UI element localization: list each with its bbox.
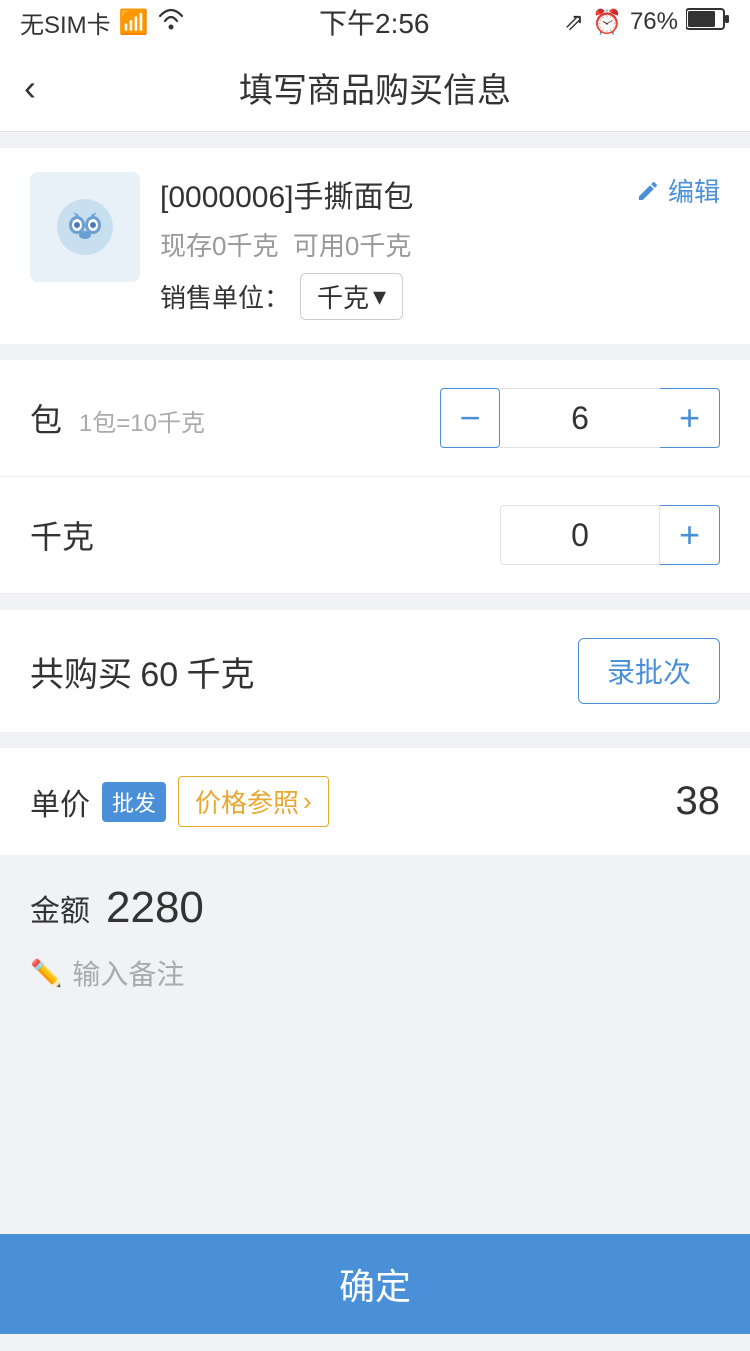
price-section: 单价 批发 价格参照 › 38: [0, 748, 750, 855]
wifi-icon: [157, 8, 185, 37]
sim-icon: 📶: [119, 8, 149, 37]
status-bar: 无SIM卡 📶 下午2:56 ⇗ ⏰ 76%: [0, 0, 750, 44]
amount-value: 2280: [106, 883, 204, 933]
kg-quantity-row: 千克 +: [0, 477, 750, 594]
product-unit: 销售单位： 千克 ▾: [160, 273, 720, 320]
bag-decrement-button[interactable]: −: [440, 388, 500, 448]
total-row: 共购买 60 千克 录批次: [0, 610, 750, 732]
nav-bar: ‹ 填写商品购买信息: [0, 44, 750, 132]
alarm-icon: ⏰: [592, 8, 622, 37]
battery-icon: [686, 8, 730, 37]
bag-quantity-input[interactable]: [500, 388, 660, 448]
price-row: 单价 批发 价格参照 › 38: [30, 776, 720, 827]
product-stock: 现存0千克 可用0千克: [160, 226, 720, 263]
edit-button[interactable]: 编辑: [636, 172, 720, 209]
bag-increment-button[interactable]: +: [660, 388, 720, 448]
chevron-down-icon: ▾: [373, 281, 386, 312]
kg-increment-button[interactable]: +: [660, 505, 720, 565]
quantity-section: 包 1包=10千克 − + 千克 +: [0, 360, 750, 594]
bag-quantity-row: 包 1包=10千克 − +: [0, 360, 750, 477]
product-name: [0000006]手撕面包: [160, 172, 413, 216]
page-title: 填写商品购买信息: [239, 63, 511, 112]
remark-placeholder: 输入备注: [72, 953, 184, 993]
product-card: [0000006]手撕面包 编辑 现存0千克 可用0千克 销售单位： 千克 ▾: [0, 148, 750, 344]
status-time: 下午2:56: [319, 2, 430, 42]
amount-section: 金额 2280 ✏️ 输入备注: [0, 855, 750, 1021]
confirm-button[interactable]: 确定: [0, 1234, 750, 1334]
unit-selector[interactable]: 千克 ▾: [300, 273, 403, 320]
kg-quantity-control: +: [500, 505, 720, 565]
bag-quantity-control: − +: [440, 388, 720, 448]
chevron-right-icon: ›: [303, 786, 312, 817]
pencil-icon: ✏️: [30, 958, 62, 989]
location-icon: ⇗: [564, 8, 584, 37]
batch-button[interactable]: 录批次: [578, 638, 720, 704]
carrier-label: 无SIM卡: [20, 5, 111, 40]
price-value: 38: [676, 779, 721, 824]
product-thumbnail: [30, 172, 140, 282]
kg-label: 千克: [30, 512, 500, 558]
total-text: 共购买 60 千克: [30, 647, 255, 696]
product-info: [0000006]手撕面包 编辑 现存0千克 可用0千克 销售单位： 千克 ▾: [160, 172, 720, 320]
remark-row[interactable]: ✏️ 输入备注: [30, 953, 720, 993]
price-left: 单价 批发 价格参照 ›: [30, 776, 329, 827]
amount-label: 金额: [30, 886, 90, 930]
price-label: 单价: [30, 780, 90, 824]
back-button[interactable]: ‹: [24, 67, 36, 109]
bag-conversion: 1包=10千克: [79, 410, 205, 437]
kg-quantity-input[interactable]: [500, 505, 660, 565]
status-right: ⇗ ⏰ 76%: [564, 8, 730, 37]
price-tag: 批发: [102, 782, 166, 822]
amount-row: 金额 2280: [30, 883, 720, 933]
price-ref-button[interactable]: 价格参照 ›: [178, 776, 329, 827]
bag-label: 包 1包=10千克: [30, 395, 440, 441]
status-left: 无SIM卡 📶: [20, 5, 185, 40]
battery-percent: 76%: [630, 8, 678, 36]
